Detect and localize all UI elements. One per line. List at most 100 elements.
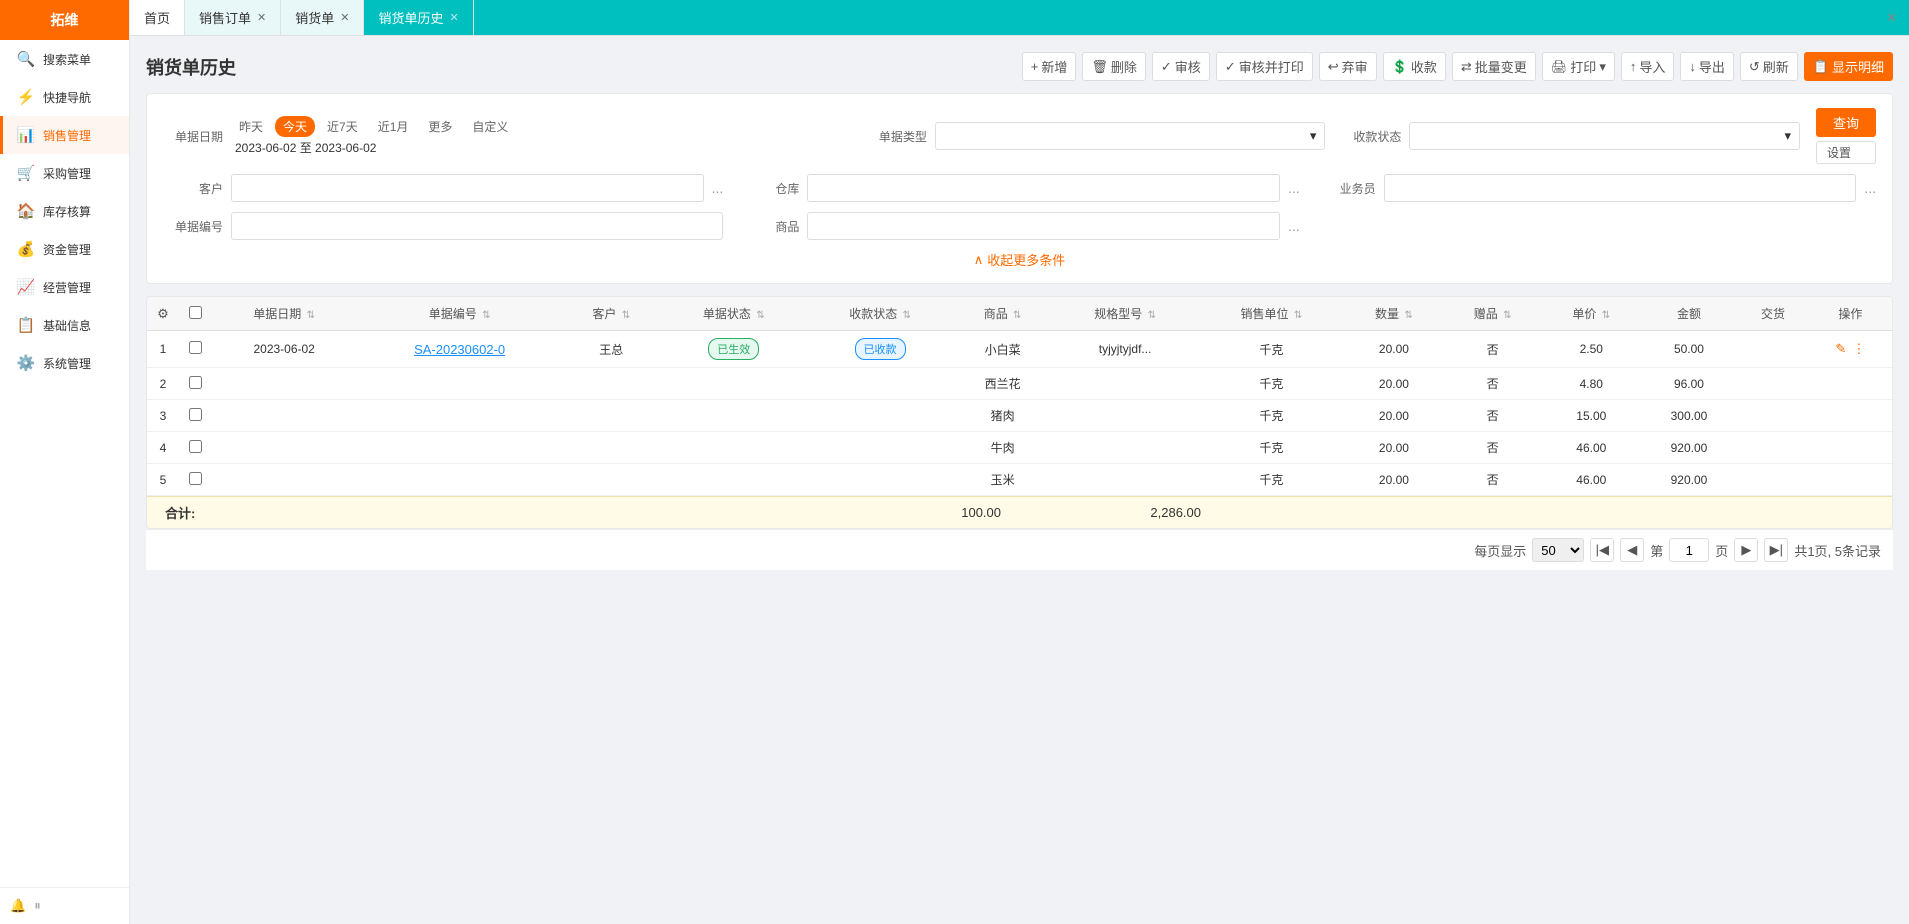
date-tag-today[interactable]: 今天	[275, 116, 315, 137]
warehouse-dots-btn[interactable]: ...	[1288, 180, 1300, 196]
refresh-button[interactable]: ↺ 刷新	[1740, 52, 1798, 81]
export-button[interactable]: ↓ 导出	[1680, 52, 1734, 81]
th-settings[interactable]: ⚙	[147, 297, 179, 331]
date-tag-more[interactable]: 更多	[420, 116, 460, 137]
query-button[interactable]: 查询	[1816, 108, 1876, 137]
page-last-btn[interactable]: ▶|	[1764, 538, 1788, 562]
th-doc-date[interactable]: 单据日期 ⇅	[211, 297, 357, 331]
th-action: 操作	[1809, 297, 1892, 331]
tab-sales-invoice-close[interactable]: ✕	[340, 11, 349, 24]
th-qty[interactable]: 数量 ⇅	[1345, 297, 1444, 331]
sidebar-bottom-icon1[interactable]: 🔔	[10, 898, 26, 914]
sales-icon: 📊	[17, 126, 35, 144]
edit-btn[interactable]: ✎	[1835, 341, 1846, 357]
th-unit[interactable]: 销售单位 ⇅	[1198, 297, 1344, 331]
salesman-dots-btn[interactable]: ...	[1864, 180, 1876, 196]
date-tag-7days[interactable]: 近7天	[319, 116, 366, 137]
tab-sales-history-close[interactable]: ✕	[450, 11, 459, 24]
tab-sales-invoice-label: 销货单	[295, 8, 334, 27]
collapse-btn[interactable]: ∧ 收起更多条件	[163, 250, 1876, 269]
cell-checkbox[interactable]	[179, 432, 211, 464]
customer-dots-btn[interactable]: ...	[712, 180, 724, 196]
settings-button[interactable]: 设置	[1816, 141, 1876, 164]
cell-gift: 否	[1443, 331, 1542, 368]
sidebar-item-operations[interactable]: 📈 经营管理	[0, 268, 129, 306]
th-payment-status[interactable]: 收款状态 ⇅	[807, 297, 953, 331]
sidebar-item-finance[interactable]: 💰 资金管理	[0, 230, 129, 268]
collect-button[interactable]: 💲 收款	[1383, 52, 1446, 81]
print-icon: 🖨	[1551, 59, 1568, 75]
sort-icon: ⇅	[1503, 310, 1511, 321]
cell-checkbox[interactable]	[179, 464, 211, 496]
th-doc-no[interactable]: 单据编号 ⇅	[357, 297, 562, 331]
date-tag-custom[interactable]: 自定义	[464, 116, 516, 137]
page-label2: 页	[1715, 541, 1728, 560]
show-details-button[interactable]: 📋 显示明细	[1804, 52, 1893, 81]
tab-sales-order-close[interactable]: ✕	[257, 11, 266, 24]
tab-sales-invoice[interactable]: 销货单 ✕	[281, 0, 364, 35]
page-first-btn[interactable]: |◀	[1590, 538, 1614, 562]
tab-home[interactable]: 首页	[130, 0, 185, 35]
new-button[interactable]: + 新增	[1022, 52, 1077, 81]
page-prev-btn[interactable]: ◀	[1620, 538, 1644, 562]
tab-sales-history[interactable]: 销货单历史 ✕	[364, 0, 473, 35]
cell-docno[interactable]	[357, 464, 562, 496]
page-input[interactable]	[1669, 538, 1709, 562]
filter-docno-input[interactable]	[231, 212, 723, 240]
sidebar-item-purchase[interactable]: 🛒 采购管理	[0, 154, 129, 192]
th-price[interactable]: 单价 ⇅	[1542, 297, 1641, 331]
date-tag-1month[interactable]: 近1月	[370, 116, 417, 137]
sidebar-item-sysmgmt[interactable]: ⚙️ 系统管理	[0, 344, 129, 382]
select-all-checkbox[interactable]	[189, 306, 202, 319]
pagination: 每页显示 50 100 200 |◀ ◀ 页 第 页 ▶ ▶| 共1页, 5条记…	[146, 529, 1893, 570]
import-button[interactable]: ↑ 导入	[1621, 52, 1675, 81]
filter-doc-type-select[interactable]: ▾	[935, 122, 1326, 150]
sidebar-item-inventory[interactable]: 🏠 库存核算	[0, 192, 129, 230]
th-doc-status[interactable]: 单据状态 ⇅	[661, 297, 807, 331]
th-gift[interactable]: 赠品 ⇅	[1443, 297, 1542, 331]
th-customer[interactable]: 客户 ⇅	[562, 297, 661, 331]
filter-goods-input[interactable]	[807, 212, 1280, 240]
filter-customer-input[interactable]	[231, 174, 704, 202]
sidebar-bottom-icon2[interactable]: ⏸	[34, 898, 41, 914]
abandon-button[interactable]: ↩ 弃审	[1319, 52, 1377, 81]
sidebar-item-quicknav[interactable]: ⚡ 快捷导航	[0, 78, 129, 116]
cell-checkbox[interactable]	[179, 331, 211, 368]
cell-checkbox[interactable]	[179, 400, 211, 432]
sidebar-item-basicinfo[interactable]: 📋 基础信息	[0, 306, 129, 344]
th-goods[interactable]: 商品 ⇅	[953, 297, 1052, 331]
filter-salesman-label: 业务员	[1316, 180, 1376, 197]
audit-print-button[interactable]: ✓ 审核并打印	[1216, 52, 1313, 81]
filter-warehouse-input[interactable]	[807, 174, 1280, 202]
per-page-select[interactable]: 50 100 200	[1532, 538, 1584, 562]
filter-row-2: 客户 ... 仓库 ... 业务员 ...	[163, 174, 1876, 202]
batch-change-button[interactable]: ⇄ 批量变更	[1452, 52, 1536, 81]
cell-docno[interactable]	[357, 400, 562, 432]
audit-button[interactable]: ✓ 审核	[1152, 52, 1210, 81]
more-btn[interactable]: ⋮	[1852, 341, 1865, 357]
cell-checkbox[interactable]	[179, 368, 211, 400]
delete-button[interactable]: 🗑 删除	[1082, 52, 1146, 81]
filter-payment-status-select[interactable]: ▾	[1409, 122, 1800, 150]
print-button[interactable]: 🖨 打印 ▾	[1542, 52, 1615, 81]
cell-spec	[1052, 400, 1198, 432]
cell-docno[interactable]	[357, 368, 562, 400]
tabbar-close-btn[interactable]: ✕	[1874, 0, 1909, 35]
th-checkbox[interactable]	[179, 297, 211, 331]
tab-sales-order[interactable]: 销售订单 ✕	[185, 0, 281, 35]
page-next-btn[interactable]: ▶	[1734, 538, 1758, 562]
filter-goods-label: 商品	[739, 218, 799, 235]
cell-action	[1809, 432, 1892, 464]
sort-icon: ⇅	[1013, 310, 1021, 321]
cell-docno[interactable]: SA-20230602-0	[357, 331, 562, 368]
th-spec[interactable]: 规格型号 ⇅	[1052, 297, 1198, 331]
filter-salesman-input[interactable]	[1384, 174, 1857, 202]
sidebar-item-sales[interactable]: 📊 销售管理	[0, 116, 129, 154]
cell-docno[interactable]	[357, 432, 562, 464]
sidebar-logo: 拓维	[0, 0, 129, 40]
goods-dots-btn[interactable]: ...	[1288, 218, 1300, 234]
sidebar-item-search[interactable]: 🔍 搜索菜单	[0, 40, 129, 78]
cell-goods: 玉米	[953, 464, 1052, 496]
date-tag-yesterday[interactable]: 昨天	[231, 116, 271, 137]
footer-qty: 100.00	[941, 505, 1001, 520]
